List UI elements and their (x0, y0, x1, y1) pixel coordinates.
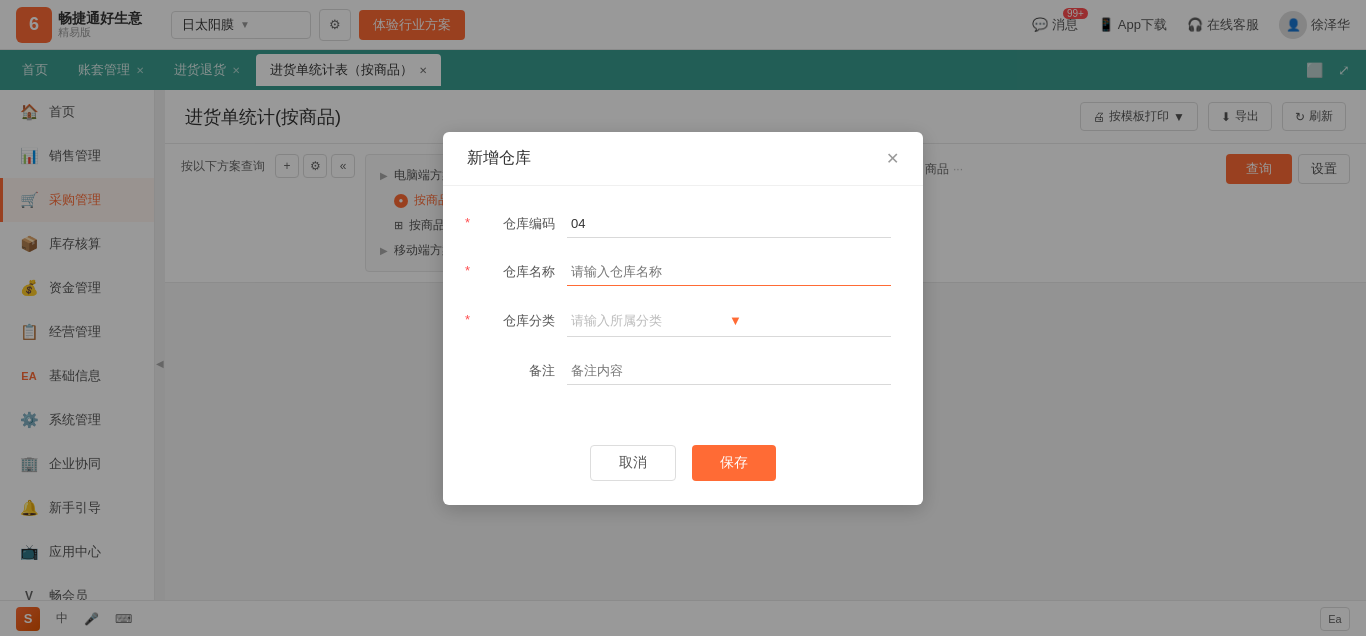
warehouse-category-label: 仓库分类 (475, 312, 555, 330)
modal-close-button[interactable]: ✕ (886, 149, 899, 168)
modal-body: 仓库编码 仓库名称 仓库分类 请输入所属分类 ▼ 备注 (443, 186, 923, 429)
modal-footer: 取消 保存 (443, 429, 923, 505)
warehouse-code-input[interactable] (567, 210, 891, 238)
remark-label: 备注 (475, 362, 555, 380)
warehouse-code-label: 仓库编码 (475, 215, 555, 233)
remark-input[interactable] (567, 357, 891, 385)
category-dropdown-arrow-icon: ▼ (729, 313, 887, 328)
new-warehouse-modal: 新增仓库 ✕ 仓库编码 仓库名称 仓库分类 请输入所属分类 ▼ (443, 132, 923, 505)
warehouse-category-select[interactable]: 请输入所属分类 ▼ (567, 306, 891, 337)
warehouse-name-label: 仓库名称 (475, 263, 555, 281)
modal-title: 新增仓库 (467, 148, 531, 169)
remark-row: 备注 (475, 357, 891, 385)
cancel-button[interactable]: 取消 (590, 445, 676, 481)
warehouse-category-row: 仓库分类 请输入所属分类 ▼ (475, 306, 891, 337)
modal-header: 新增仓库 ✕ (443, 132, 923, 186)
modal-overlay[interactable]: 新增仓库 ✕ 仓库编码 仓库名称 仓库分类 请输入所属分类 ▼ (0, 0, 1366, 636)
save-button[interactable]: 保存 (692, 445, 776, 481)
warehouse-category-placeholder: 请输入所属分类 (571, 312, 729, 330)
warehouse-name-row: 仓库名称 (475, 258, 891, 286)
warehouse-code-row: 仓库编码 (475, 210, 891, 238)
warehouse-name-input[interactable] (567, 258, 891, 286)
